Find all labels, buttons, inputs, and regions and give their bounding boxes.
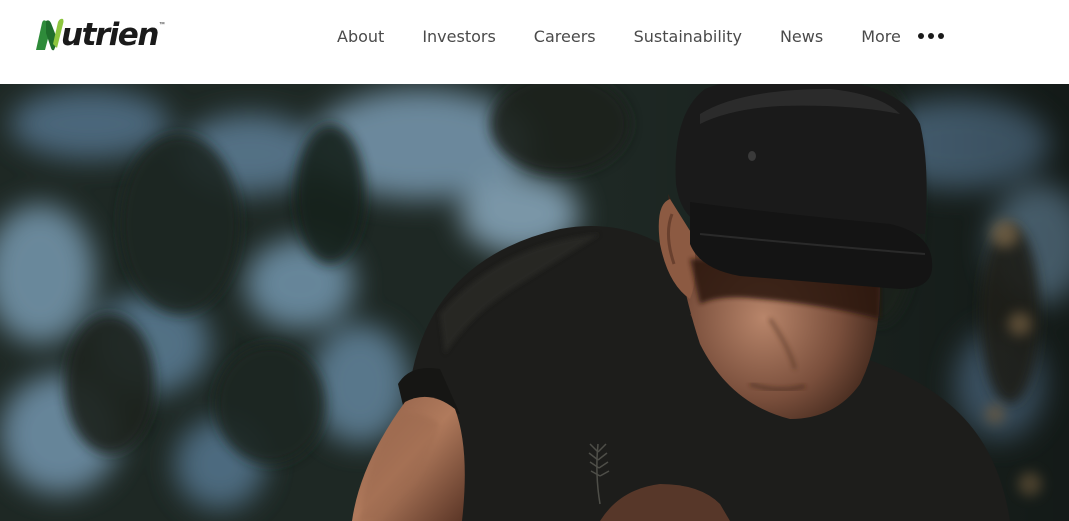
nav-item-news[interactable]: News — [761, 27, 842, 46]
nav-item-more[interactable]: More — [861, 27, 901, 46]
site-header: utrien ™ About Investors Careers Sustain… — [0, 0, 1069, 84]
nutrien-leaf-icon — [36, 18, 64, 51]
page: utrien ™ About Investors Careers Sustain… — [0, 0, 1069, 521]
dot — [927, 33, 934, 39]
logo-wordmark: utrien — [61, 17, 159, 53]
main-nav: About Investors Careers Sustainability N… — [318, 0, 944, 72]
nav-more[interactable]: More — [842, 27, 944, 46]
dot — [937, 33, 944, 39]
logo-trademark: ™ — [158, 22, 165, 28]
hero-image — [0, 84, 1069, 521]
dot — [917, 33, 924, 39]
nav-item-sustainability[interactable]: Sustainability — [615, 27, 761, 46]
hero-banner — [0, 84, 1069, 521]
three-dots-icon[interactable] — [917, 33, 944, 39]
nav-item-careers[interactable]: Careers — [515, 27, 615, 46]
nutrien-logo-link[interactable]: utrien ™ — [34, 17, 165, 55]
nav-item-about[interactable]: About — [318, 27, 403, 46]
nav-item-investors[interactable]: Investors — [403, 27, 514, 46]
